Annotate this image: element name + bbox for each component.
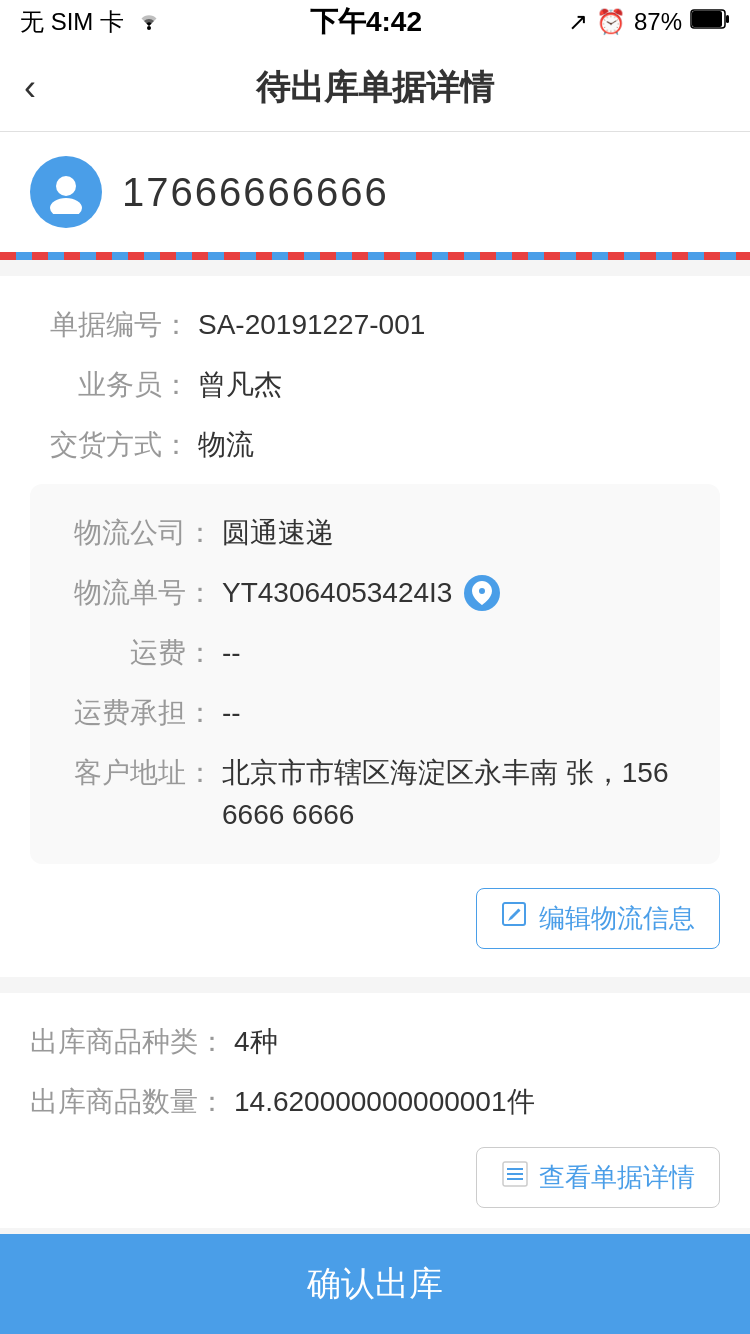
delivery-method-row: 交货方式： 物流 xyxy=(30,424,720,466)
freight-row: 运费： -- xyxy=(54,632,696,674)
status-right: ↗ ⏰ 87% xyxy=(568,8,730,36)
goods-quantity-row: 出库商品数量： 14.620000000000001件 xyxy=(30,1081,720,1123)
delivery-method-value: 物流 xyxy=(190,424,720,466)
status-time: 下午4:42 xyxy=(310,3,422,41)
logistics-company-row: 物流公司： 圆通速递 xyxy=(54,512,696,554)
view-detail-button[interactable]: 查看单据详情 xyxy=(476,1147,720,1208)
tracking-row: 物流单号： YT43064053424I3 xyxy=(54,572,696,614)
edit-logistics-button[interactable]: 编辑物流信息 xyxy=(476,888,720,949)
location-status-icon: ↗ xyxy=(568,8,588,36)
svg-point-4 xyxy=(56,176,76,196)
svg-point-5 xyxy=(50,198,82,214)
logistics-card: 物流公司： 圆通速递 物流单号： YT43064053424I3 xyxy=(30,484,720,864)
sales-person-value: 曾凡杰 xyxy=(190,364,720,406)
svg-rect-2 xyxy=(692,11,722,27)
freight-bearer-value: -- xyxy=(214,692,696,734)
avatar xyxy=(30,156,102,228)
battery-icon xyxy=(690,8,730,36)
confirm-bar[interactable]: 确认出库 xyxy=(0,1234,750,1334)
address-label: 客户地址： xyxy=(54,752,214,794)
sales-person-row: 业务员： 曾凡杰 xyxy=(30,364,720,406)
page-title: 待出库单据详情 xyxy=(256,65,494,111)
logistics-company-value: 圆通速递 xyxy=(214,512,696,554)
freight-value: -- xyxy=(214,632,696,674)
tracking-label: 物流单号： xyxy=(54,572,214,614)
view-detail-area: 查看单据详情 xyxy=(30,1147,720,1208)
tracking-value-wrap: YT43064053424I3 xyxy=(222,572,696,614)
status-left: 无 SIM 卡 xyxy=(20,6,164,38)
battery-text: 87% xyxy=(634,8,682,36)
confirm-button-label: 确认出库 xyxy=(307,1261,443,1307)
freight-label: 运费： xyxy=(54,632,214,674)
dashed-divider xyxy=(0,252,750,260)
carrier-text: 无 SIM 卡 xyxy=(20,6,124,38)
user-phone: 17666666666 xyxy=(122,170,389,215)
edit-icon xyxy=(501,901,529,936)
doc-number-row: 单据编号： SA-20191227-001 xyxy=(30,304,720,346)
tracking-number: YT43064053424I3 xyxy=(222,572,452,614)
address-value: 北京市市辖区海淀区永丰南 张，156 6666 6666 xyxy=(214,752,696,836)
freight-bearer-label: 运费承担： xyxy=(54,692,214,734)
list-icon xyxy=(501,1160,529,1195)
content-wrap: 17666666666 单据编号： SA-20191227-001 业务员： 曾… xyxy=(0,132,750,1334)
location-icon[interactable] xyxy=(464,575,500,611)
view-detail-label: 查看单据详情 xyxy=(539,1160,695,1195)
sales-person-label: 业务员： xyxy=(30,364,190,406)
logistics-company-label: 物流公司： xyxy=(54,512,214,554)
doc-number-label: 单据编号： xyxy=(30,304,190,346)
svg-rect-3 xyxy=(726,15,729,23)
tracking-value: YT43064053424I3 xyxy=(214,572,696,614)
freight-bearer-row: 运费承担： -- xyxy=(54,692,696,734)
back-button[interactable]: ‹ xyxy=(24,67,36,109)
goods-section: 出库商品种类： 4种 出库商品数量： 14.620000000000001件 查… xyxy=(0,993,750,1228)
doc-number-value: SA-20191227-001 xyxy=(190,304,720,346)
goods-types-value: 4种 xyxy=(226,1021,720,1063)
nav-bar: ‹ 待出库单据详情 xyxy=(0,44,750,132)
address-row: 客户地址： 北京市市辖区海淀区永丰南 张，156 6666 6666 xyxy=(54,752,696,836)
status-bar: 无 SIM 卡 下午4:42 ↗ ⏰ 87% xyxy=(0,0,750,44)
user-header: 17666666666 xyxy=(0,132,750,252)
edit-logistics-area: 编辑物流信息 xyxy=(30,888,720,949)
basic-info-section: 单据编号： SA-20191227-001 业务员： 曾凡杰 交货方式： 物流 … xyxy=(0,276,750,977)
edit-logistics-label: 编辑物流信息 xyxy=(539,901,695,936)
delivery-method-label: 交货方式： xyxy=(30,424,190,466)
goods-quantity-value: 14.620000000000001件 xyxy=(226,1081,720,1123)
goods-types-label: 出库商品种类： xyxy=(30,1021,226,1063)
goods-quantity-label: 出库商品数量： xyxy=(30,1081,226,1123)
goods-types-row: 出库商品种类： 4种 xyxy=(30,1021,720,1063)
svg-point-0 xyxy=(147,26,151,30)
alarm-status-icon: ⏰ xyxy=(596,8,626,36)
wifi-icon xyxy=(134,8,164,36)
